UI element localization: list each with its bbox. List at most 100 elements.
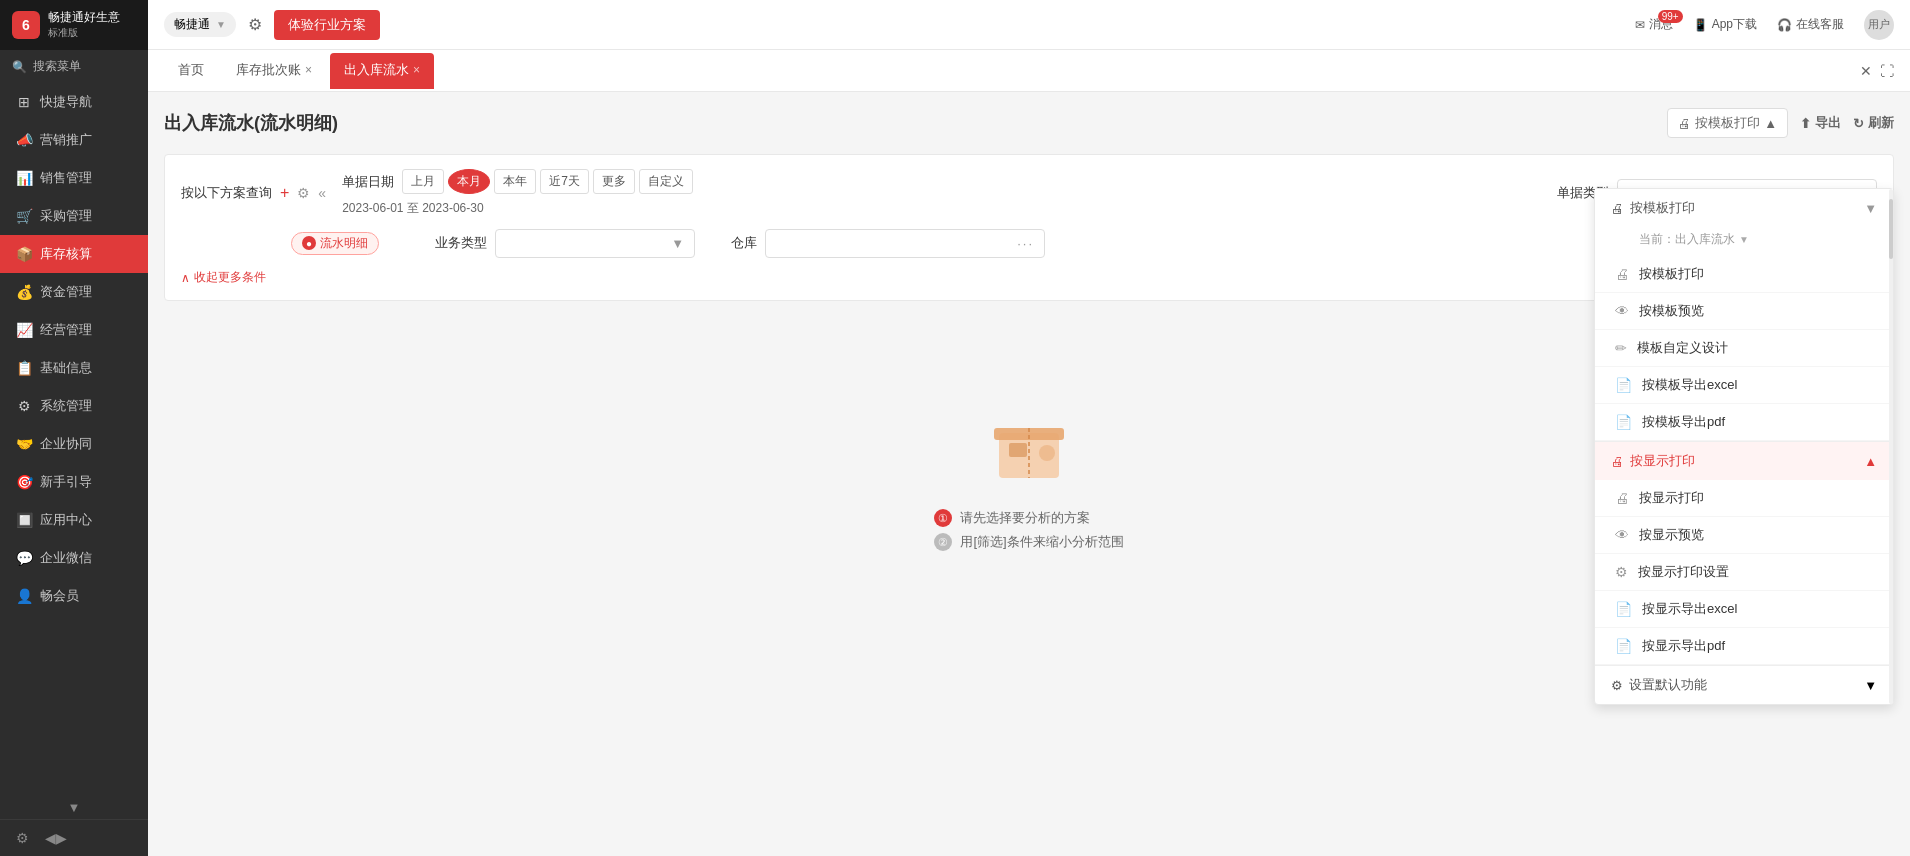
sidebar-item-collab[interactable]: 🤝 企业协同	[0, 425, 148, 463]
disp-excel-label: 按显示导出excel	[1642, 600, 1737, 618]
page-content: 出入库流水(流水明细) 🖨 按模板打印 ▲ ⬆ 导出 ↻ 刷新	[148, 92, 1910, 856]
basics-icon: 📋	[16, 360, 32, 376]
warehouse-select[interactable]: ···	[765, 229, 1045, 258]
empty-illustration	[979, 393, 1079, 493]
date-more[interactable]: 更多	[593, 169, 635, 194]
dropdown-item-template-excel[interactable]: 📄 按模板导出excel	[1595, 367, 1893, 404]
date-last-7days[interactable]: 近7天	[540, 169, 589, 194]
refresh-button[interactable]: ↻ 刷新	[1853, 114, 1894, 132]
display-items-group: 🖨 按显示打印 👁 按显示预览 ⚙ 按显示打印设置 📄 按显示导出excel 📄	[1595, 480, 1893, 666]
sidebar-item-system[interactable]: ⚙ 系统管理	[0, 387, 148, 425]
tab-home[interactable]: 首页	[164, 53, 218, 89]
sidebar-item-basics[interactable]: 📋 基础信息	[0, 349, 148, 387]
sidebar-item-finance[interactable]: 💰 资金管理	[0, 273, 148, 311]
sidebar-logo: 6 畅捷通好生意 标准版	[0, 0, 148, 50]
export-button[interactable]: ⬆ 导出	[1800, 114, 1841, 132]
filter-gear-icon[interactable]: ⚙	[297, 185, 310, 201]
sidebar-item-operation[interactable]: 📈 经营管理	[0, 311, 148, 349]
sidebar-search[interactable]: 🔍 搜索菜单	[0, 50, 148, 83]
template-section-arrow: ▼	[1864, 201, 1877, 216]
maximize-window-icon[interactable]: ⛶	[1880, 63, 1894, 79]
template-print-section-header[interactable]: 🖨 按模板打印 ▼	[1595, 189, 1893, 227]
current-caret-icon: ▼	[1739, 234, 1749, 245]
sidebar-scroll-down[interactable]: ▼	[0, 796, 148, 819]
sidebar-item-quick-nav[interactable]: ⊞ 快捷导航	[0, 83, 148, 121]
dropdown-footer[interactable]: ⚙ 设置默认功能 ▼	[1595, 666, 1893, 704]
export-label: 导出	[1815, 114, 1841, 132]
date-filter-row: 单据日期 上月 本月 本年 近7天 更多 自定义	[342, 169, 693, 194]
dropdown-scrollbar[interactable]	[1889, 189, 1893, 704]
disp-preview-label: 按显示预览	[1639, 526, 1704, 544]
tab-batch-account[interactable]: 库存批次账 ×	[222, 53, 326, 89]
page-header: 出入库流水(流水明细) 🖨 按模板打印 ▲ ⬆ 导出 ↻ 刷新	[164, 108, 1894, 138]
sales-icon: 📊	[16, 170, 32, 186]
account-switcher[interactable]: 畅捷通 ▼	[164, 12, 236, 37]
notification-btn[interactable]: ✉ 消息 99+	[1635, 16, 1673, 33]
dropdown-item-display-pdf[interactable]: 📄 按显示导出pdf	[1595, 628, 1893, 665]
print-dropdown-panel: 🖨 按模板打印 ▼ 当前：出入库流水 ▼ 🖨 按模板打印 👁 按模板预览	[1594, 188, 1894, 705]
step2-num: ②	[934, 533, 952, 551]
date-last-month[interactable]: 上月	[402, 169, 444, 194]
filter-add-button[interactable]: +	[280, 184, 289, 202]
display-section-arrow: ▲	[1864, 454, 1877, 469]
app-logo-icon: 6	[12, 11, 40, 39]
display-print-section-header[interactable]: 🖨 按显示打印 ▲	[1595, 442, 1893, 480]
dropdown-item-template-design[interactable]: ✏ 模板自定义设计	[1595, 330, 1893, 367]
date-quick-buttons: 上月 本月 本年 近7天 更多 自定义	[402, 169, 693, 194]
sidebar-gear-icon[interactable]: ⚙	[16, 830, 29, 846]
sidebar-item-member[interactable]: 👤 畅会员	[0, 577, 148, 615]
user-avatar[interactable]: 用户	[1864, 10, 1894, 40]
sidebar-item-inventory[interactable]: 📦 库存核算	[0, 235, 148, 273]
dropdown-item-template-pdf[interactable]: 📄 按模板导出pdf	[1595, 404, 1893, 441]
sidebar-item-marketing[interactable]: 📣 营销推广	[0, 121, 148, 159]
sidebar-item-sales[interactable]: 📊 销售管理	[0, 159, 148, 197]
sidebar-item-app-center[interactable]: 🔲 应用中心	[0, 501, 148, 539]
svg-rect-3	[1009, 443, 1027, 457]
default-func-arrow: ▼	[1864, 678, 1877, 693]
tpl-pdf-icon: 📄	[1615, 414, 1632, 430]
business-type-select[interactable]: ▼	[495, 229, 695, 258]
tag-flow-icon: ●	[302, 236, 316, 250]
tab-stock-flow[interactable]: 出入库流水 ×	[330, 53, 434, 89]
disp-pdf-label: 按显示导出pdf	[1642, 637, 1725, 655]
sidebar-item-guide[interactable]: 🎯 新手引导	[0, 463, 148, 501]
trial-button[interactable]: 体验行业方案	[274, 10, 380, 40]
dropdown-item-display-preview[interactable]: 👁 按显示预览	[1595, 517, 1893, 554]
disp-settings-icon: ⚙	[1615, 564, 1628, 580]
sidebar-item-purchase[interactable]: 🛒 采购管理	[0, 197, 148, 235]
app-download-btn[interactable]: 📱 App下载	[1693, 16, 1757, 33]
date-filter-group: 单据日期 上月 本月 本年 近7天 更多 自定义 2023-06-01 至 20…	[342, 169, 693, 217]
disp-print-label: 按显示打印	[1639, 489, 1704, 507]
filter-section-label: 按以下方案查询	[181, 184, 272, 202]
print-label: 按模板打印	[1695, 114, 1760, 132]
page-title-actions: 🖨 按模板打印 ▲ ⬆ 导出 ↻ 刷新	[1667, 108, 1894, 138]
sidebar-item-label: 库存核算	[40, 245, 92, 263]
svg-point-4	[1039, 445, 1055, 461]
tab-stock-flow-close[interactable]: ×	[413, 63, 420, 77]
quick-nav-icon: ⊞	[16, 94, 32, 110]
close-window-icon[interactable]: ✕	[1860, 63, 1872, 79]
sidebar-fold-icon[interactable]: ◀▶	[45, 830, 67, 846]
dropdown-item-display-excel[interactable]: 📄 按显示导出excel	[1595, 591, 1893, 628]
date-custom[interactable]: 自定义	[639, 169, 693, 194]
dropdown-item-display-print[interactable]: 🖨 按显示打印	[1595, 480, 1893, 517]
warehouse-more-icon: ···	[1017, 236, 1034, 251]
default-func-text: 设置默认功能	[1629, 676, 1707, 694]
sidebar-item-wechat[interactable]: 💬 企业微信	[0, 539, 148, 577]
dropdown-item-display-settings[interactable]: ⚙ 按显示打印设置	[1595, 554, 1893, 591]
tab-batch-account-close[interactable]: ×	[305, 63, 312, 77]
inventory-icon: 📦	[16, 246, 32, 262]
print-template-button[interactable]: 🖨 按模板打印 ▲	[1667, 108, 1788, 138]
dropdown-item-template-preview[interactable]: 👁 按模板预览	[1595, 293, 1893, 330]
date-current-month[interactable]: 本月	[448, 169, 490, 194]
sidebar-item-label: 新手引导	[40, 473, 92, 491]
topbar-gear-icon[interactable]: ⚙	[248, 15, 262, 34]
sidebar: 6 畅捷通好生意 标准版 🔍 搜索菜单 ⊞ 快捷导航 📣 营销推广 📊 销售管理…	[0, 0, 148, 856]
sidebar-item-label: 资金管理	[40, 283, 92, 301]
empty-svg	[979, 393, 1079, 493]
tab-window-controls: ✕ ⛶	[1860, 63, 1894, 79]
dropdown-item-template-print[interactable]: 🖨 按模板打印	[1595, 256, 1893, 293]
date-current-year[interactable]: 本年	[494, 169, 536, 194]
filter-collapse-icon[interactable]: «	[318, 185, 326, 201]
service-btn[interactable]: 🎧 在线客服	[1777, 16, 1844, 33]
